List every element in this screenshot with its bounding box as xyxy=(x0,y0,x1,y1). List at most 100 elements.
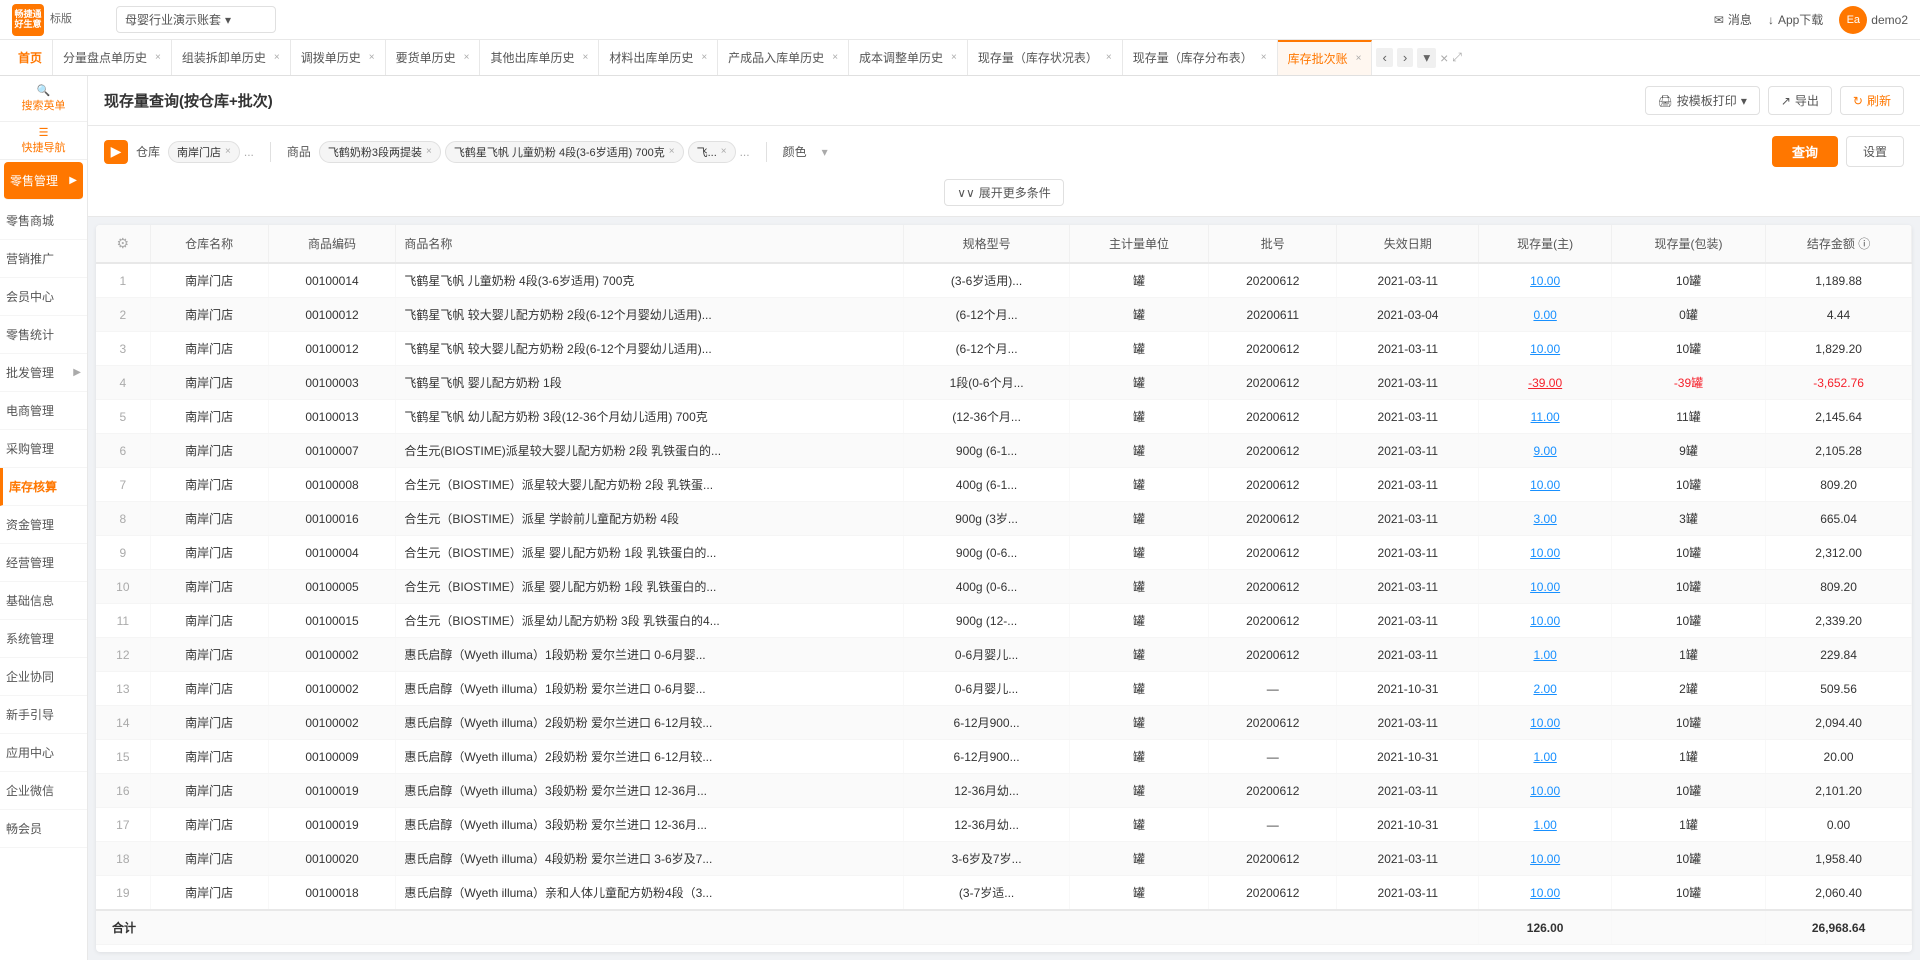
close-icon[interactable]: × xyxy=(274,52,280,63)
sidebar-item-kucunhesuan[interactable]: 库存核算 xyxy=(0,468,87,506)
cell-qty-main[interactable]: 2.00 xyxy=(1479,672,1611,706)
sidebar-item-xinshouyindao[interactable]: 新手引导 xyxy=(0,696,87,734)
cell-qty-main[interactable]: 10.00 xyxy=(1479,774,1611,808)
cell-qty-main[interactable]: 10.00 xyxy=(1479,536,1611,570)
settings-icon[interactable]: ⚙ xyxy=(117,235,130,251)
sidebar-item-changhyuanyuan[interactable]: 畅会员 xyxy=(0,810,87,848)
remove-tag-icon[interactable]: × xyxy=(426,146,432,157)
close-icon[interactable]: × xyxy=(1356,53,1362,64)
sidebar-item-zijinguanli[interactable]: 资金管理 xyxy=(0,506,87,544)
col-settings[interactable]: ⚙ xyxy=(96,225,150,263)
tab-cailiaochu[interactable]: 材料出库单历史 × xyxy=(599,40,718,76)
filter-expand-btn[interactable]: ▶ xyxy=(104,140,128,164)
tab-menu-btn[interactable]: ▾ xyxy=(1417,48,1436,68)
cell-unit: 罐 xyxy=(1069,298,1209,332)
chevron-down-icon: ▾ xyxy=(1741,94,1747,108)
tab-xiancunliang-kuandu[interactable]: 现存量（库存状况表） × xyxy=(968,40,1123,76)
tab-qitachuku[interactable]: 其他出库单历史 × xyxy=(480,40,599,76)
cell-qty-main[interactable]: 10.00 xyxy=(1479,604,1611,638)
message-icon: ✉ xyxy=(1714,13,1724,27)
cell-amount: 2,060.40 xyxy=(1766,876,1912,911)
query-btn[interactable]: 查询 xyxy=(1772,136,1838,167)
tab-home[interactable]: 首页 xyxy=(8,40,53,76)
cell-warehouse: 南岸门店 xyxy=(150,263,268,298)
more-warehouse-btn[interactable]: ... xyxy=(244,145,254,159)
table-row: 4 南岸门店 00100003 飞鹤星飞帆 婴儿配方奶粉 1段 1段(0-6个月… xyxy=(96,366,1912,400)
cell-qty-main[interactable]: 1.00 xyxy=(1479,808,1611,842)
remove-tag-icon[interactable]: × xyxy=(225,146,231,157)
goods-tag-feihenaifensan[interactable]: 飞鹤奶粉3段两提装 × xyxy=(319,141,441,163)
sidebar-item-caigouguanli[interactable]: 采购管理 xyxy=(0,430,87,468)
close-icon[interactable]: × xyxy=(369,52,375,63)
cell-qty-main[interactable]: 10.00 xyxy=(1479,263,1611,298)
goods-tag-feihexingfeihansi[interactable]: 飞鹤星飞帆 儿童奶粉 4段(3-6岁适用) 700克 × xyxy=(445,141,684,163)
close-icon[interactable]: × xyxy=(1106,52,1112,63)
close-all-tabs-btn[interactable]: × xyxy=(1440,50,1448,66)
sidebar-item-dianshangguanli[interactable]: 电商管理 xyxy=(0,392,87,430)
cell-name: 飞鹤星飞帆 较大婴儿配方奶粉 2段(6-12个月婴幼儿适用)... xyxy=(396,298,904,332)
sidebar-item-qiyexietong[interactable]: 企业协同 xyxy=(0,658,87,696)
app-download-btn[interactable]: ↓ App下载 xyxy=(1768,11,1823,28)
goods-tag-fei[interactable]: 飞... × xyxy=(688,141,736,163)
cell-qty-main[interactable]: 10.00 xyxy=(1479,570,1611,604)
sidebar-item-lingshoutongji[interactable]: 零售统计 xyxy=(0,316,87,354)
sidebar-item-yingyongzhongxin[interactable]: 应用中心 xyxy=(0,734,87,772)
warehouse-tag-nananmendian[interactable]: 南岸门店 × xyxy=(168,141,240,163)
org-selector[interactable]: 母婴行业演示账套 ▾ xyxy=(116,6,276,33)
color-dropdown-arrow[interactable]: ▾ xyxy=(815,142,835,162)
close-icon[interactable]: × xyxy=(1261,52,1267,63)
cell-qty-main[interactable]: 11.00 xyxy=(1479,400,1611,434)
remove-tag-icon[interactable]: × xyxy=(721,146,727,157)
tab-fenliangpandian[interactable]: 分量盘点单历史 × xyxy=(53,40,172,76)
close-icon[interactable]: × xyxy=(464,52,470,63)
tab-kucunpici[interactable]: 库存批次账 × xyxy=(1278,40,1373,76)
sidebar-search-btn[interactable]: 🔍 搜索英单 xyxy=(0,76,87,122)
close-icon[interactable]: × xyxy=(582,52,588,63)
close-icon[interactable]: × xyxy=(155,52,161,63)
close-icon[interactable]: × xyxy=(701,52,707,63)
tab-xiancunliang-fenbu[interactable]: 现存量（库存分布表） × xyxy=(1123,40,1278,76)
tab-chenbenmonliao[interactable]: 成本调整单历史 × xyxy=(849,40,968,76)
sidebar-item-pifaguanli[interactable]: 批发管理 ▶ xyxy=(0,354,87,392)
print-btn[interactable]: 🖨 按模板打印 ▾ xyxy=(1645,86,1760,115)
more-goods-btn[interactable]: ... xyxy=(740,145,750,159)
sidebar-item-lingshougaunli[interactable]: 零售管理 ▶ xyxy=(4,162,83,200)
sidebar-item-jinglingguanli[interactable]: 经营管理 xyxy=(0,544,87,582)
cell-qty-main[interactable]: 0.00 xyxy=(1479,298,1611,332)
sidebar-item-xitongguanli[interactable]: 系统管理 xyxy=(0,620,87,658)
sidebar-nav-btn[interactable]: ☰ 快捷导航 xyxy=(0,122,87,160)
cell-qty-main[interactable]: 10.00 xyxy=(1479,842,1611,876)
tab-diaobo[interactable]: 调拨单历史 × xyxy=(291,40,386,76)
cell-qty-main[interactable]: 10.00 xyxy=(1479,706,1611,740)
tab-yaohuo[interactable]: 要货单历史 × xyxy=(386,40,481,76)
tab-prev-btn[interactable]: ‹ xyxy=(1376,48,1392,67)
tab-zuzhangchaijian[interactable]: 组装拆卸单历史 × xyxy=(172,40,291,76)
close-icon[interactable]: × xyxy=(951,52,957,63)
user-avatar-btn[interactable]: Ea demo2 xyxy=(1839,6,1908,34)
close-icon[interactable]: × xyxy=(832,52,838,63)
sidebar-item-yingxiaotuiguang[interactable]: 营销推广 xyxy=(0,240,87,278)
remove-tag-icon[interactable]: × xyxy=(669,146,675,157)
cell-qty-main[interactable]: 10.00 xyxy=(1479,468,1611,502)
cell-qty-main[interactable]: 9.00 xyxy=(1479,434,1611,468)
cell-qty-main[interactable]: 10.00 xyxy=(1479,332,1611,366)
sidebar-item-qiyeweixin[interactable]: 企业微信 xyxy=(0,772,87,810)
export-btn[interactable]: ↗ 导出 xyxy=(1768,86,1832,115)
message-btn[interactable]: ✉ 消息 xyxy=(1714,11,1752,28)
cell-qty-main[interactable]: 1.00 xyxy=(1479,740,1611,774)
cell-expire: 2021-03-04 xyxy=(1337,298,1479,332)
cell-qty-main[interactable]: 1.00 xyxy=(1479,638,1611,672)
settings-btn[interactable]: 设置 xyxy=(1846,136,1904,167)
refresh-btn[interactable]: ↻ 刷新 xyxy=(1840,86,1904,115)
tab-next-btn[interactable]: › xyxy=(1397,48,1413,67)
tab-chanpinruku[interactable]: 产成品入库单历史 × xyxy=(718,40,849,76)
nav-icon: ☰ xyxy=(6,126,81,139)
cell-qty-main[interactable]: 3.00 xyxy=(1479,502,1611,536)
cell-qty-main[interactable]: 10.00 xyxy=(1479,876,1611,911)
sidebar-item-lingshoushangcheng[interactable]: 零售商城 xyxy=(0,202,87,240)
sidebar-item-huiyuanzhongxin[interactable]: 会员中心 xyxy=(0,278,87,316)
cell-qty-main[interactable]: -39.00 xyxy=(1479,366,1611,400)
maximize-btn[interactable]: ⤢ xyxy=(1452,50,1462,65)
expand-more-btn[interactable]: ∨∨ 展开更多条件 xyxy=(944,179,1064,206)
sidebar-item-jichuixinxi[interactable]: 基础信息 xyxy=(0,582,87,620)
